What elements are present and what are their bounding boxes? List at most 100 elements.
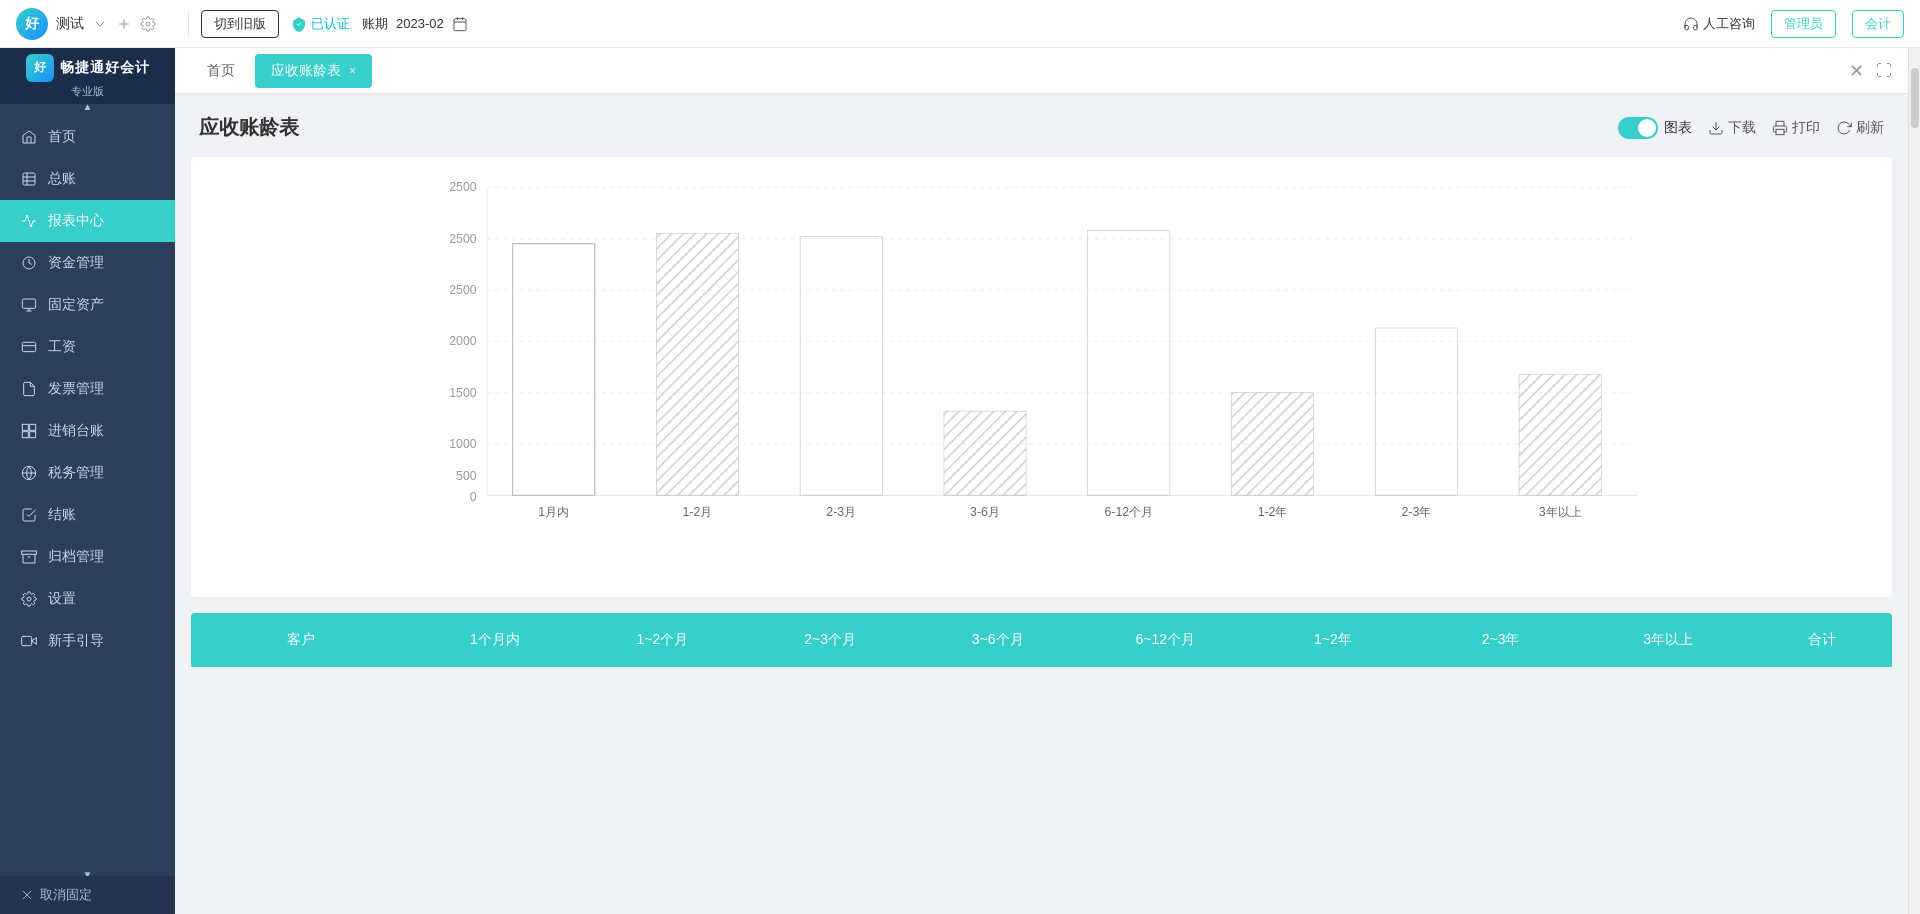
table-header-1-2year: 1~2年 bbox=[1249, 613, 1417, 667]
unpin-label: 取消固定 bbox=[40, 886, 92, 904]
sidebar-item-fund-label: 资金管理 bbox=[48, 254, 104, 272]
svg-text:2000: 2000 bbox=[449, 334, 477, 348]
svg-rect-53 bbox=[513, 244, 595, 496]
svg-text:2500: 2500 bbox=[449, 283, 477, 297]
svg-text:2-3月: 2-3月 bbox=[826, 505, 856, 519]
accountant-button[interactable]: 会计 bbox=[1852, 10, 1904, 38]
switch-old-version-button[interactable]: 切到旧版 bbox=[201, 10, 279, 38]
sidebar-item-settings[interactable]: 设置 bbox=[0, 578, 175, 620]
sidebar-item-fund[interactable]: 资金管理 bbox=[0, 242, 175, 284]
fund-icon bbox=[20, 254, 38, 272]
scrollbar-thumb[interactable] bbox=[1911, 68, 1919, 128]
svg-rect-27 bbox=[22, 636, 32, 645]
svg-rect-20 bbox=[30, 432, 36, 438]
ledger-icon bbox=[20, 170, 38, 188]
svg-rect-56 bbox=[944, 411, 1026, 495]
svg-text:6-12个月: 6-12个月 bbox=[1104, 505, 1153, 519]
sidebar-item-home-label: 首页 bbox=[48, 128, 76, 146]
service-button[interactable]: 人工咨询 bbox=[1683, 15, 1755, 33]
refresh-button[interactable]: 刷新 bbox=[1836, 119, 1884, 137]
app-logo-icon: 好 bbox=[16, 8, 48, 40]
svg-text:1-2月: 1-2月 bbox=[683, 505, 713, 519]
svg-text:3年以上: 3年以上 bbox=[1539, 505, 1582, 519]
window-expand-button[interactable]: ⛶ bbox=[1876, 62, 1892, 80]
unpin-button[interactable]: 取消固定 bbox=[0, 876, 175, 914]
sidebar-nav: 首页 总账 报表中心 资金管理 bbox=[0, 108, 175, 872]
period-display: 账期 2023-02 bbox=[362, 15, 468, 33]
window-close-button[interactable]: ✕ bbox=[1849, 60, 1864, 82]
table-header: 客户 1个月内 1~2个月 2~3个月 3~6个月 6~12个月 1~2年 2~… bbox=[191, 613, 1892, 667]
calendar-icon[interactable] bbox=[452, 16, 468, 32]
print-button[interactable]: 打印 bbox=[1772, 119, 1820, 137]
sidebar-item-close-label: 结账 bbox=[48, 506, 76, 524]
shield-icon bbox=[291, 16, 307, 32]
guide-icon bbox=[20, 632, 38, 650]
sidebar-item-salary[interactable]: 工资 bbox=[0, 326, 175, 368]
sidebar-logo-icon: 好 bbox=[26, 54, 54, 82]
refresh-icon bbox=[1836, 120, 1852, 136]
svg-text:1-2年: 1-2年 bbox=[1258, 505, 1288, 519]
sidebar-logo: 好 畅捷通好会计 专业版 bbox=[0, 48, 175, 104]
home-icon bbox=[20, 128, 38, 146]
unpin-icon bbox=[20, 888, 34, 902]
bar-chart: 2500 2500 2500 2000 1500 1000 500 0 bbox=[221, 177, 1862, 557]
toggle-track[interactable] bbox=[1618, 117, 1658, 139]
company-name: 测试 bbox=[56, 15, 84, 33]
table-header-2-3month: 2~3个月 bbox=[746, 613, 914, 667]
content-area: 首页 应收账龄表 × ✕ ⛶ 应收账龄表 bbox=[175, 48, 1908, 914]
print-icon bbox=[1772, 120, 1788, 136]
svg-rect-58 bbox=[1232, 393, 1314, 496]
admin-button[interactable]: 管理员 bbox=[1771, 10, 1836, 38]
asset-icon bbox=[20, 296, 38, 314]
sidebar-item-archive[interactable]: 归档管理 bbox=[0, 536, 175, 578]
sidebar-item-inventory-label: 进销台账 bbox=[48, 422, 104, 440]
add-icon[interactable] bbox=[116, 16, 132, 32]
sidebar-item-report-label: 报表中心 bbox=[48, 212, 104, 230]
sidebar-item-guide[interactable]: 新手引导 bbox=[0, 620, 175, 662]
svg-marker-26 bbox=[32, 638, 37, 645]
download-button[interactable]: 下载 bbox=[1708, 119, 1756, 137]
sidebar-item-asset[interactable]: 固定资产 bbox=[0, 284, 175, 326]
chart-container: 2500 2500 2500 2000 1500 1000 500 0 bbox=[191, 157, 1892, 597]
topbar-divider bbox=[188, 12, 189, 36]
svg-text:500: 500 bbox=[456, 469, 477, 483]
tabs-right-actions: ✕ ⛶ bbox=[1849, 60, 1892, 82]
tab-close-button[interactable]: × bbox=[349, 64, 356, 78]
sidebar-logo-sub: 专业版 bbox=[71, 84, 104, 99]
chevron-down-icon[interactable] bbox=[92, 16, 108, 32]
sidebar-item-invoice-label: 发票管理 bbox=[48, 380, 104, 398]
sidebar-item-ledger-label: 总账 bbox=[48, 170, 76, 188]
sidebar-item-salary-label: 工资 bbox=[48, 338, 76, 356]
svg-text:2500: 2500 bbox=[449, 180, 477, 194]
sidebar-item-guide-label: 新手引导 bbox=[48, 632, 104, 650]
sidebar-item-tax[interactable]: 税务管理 bbox=[0, 452, 175, 494]
report-title: 应收账龄表 bbox=[199, 114, 299, 141]
inventory-icon bbox=[20, 422, 38, 440]
tab-home[interactable]: 首页 bbox=[191, 54, 251, 88]
svg-rect-55 bbox=[800, 237, 882, 496]
chart-toggle[interactable]: 图表 bbox=[1618, 117, 1692, 139]
scrollbar-track[interactable] bbox=[1908, 48, 1920, 914]
svg-text:2500: 2500 bbox=[449, 232, 477, 246]
invoice-icon bbox=[20, 380, 38, 398]
sidebar-item-close[interactable]: 结账 bbox=[0, 494, 175, 536]
sidebar-item-report[interactable]: 报表中心 bbox=[0, 200, 175, 242]
sidebar-item-ledger[interactable]: 总账 bbox=[0, 158, 175, 200]
svg-text:0: 0 bbox=[470, 490, 477, 504]
svg-rect-57 bbox=[1088, 230, 1170, 495]
svg-rect-19 bbox=[22, 432, 28, 438]
sidebar-item-invoice[interactable]: 发票管理 bbox=[0, 368, 175, 410]
svg-text:1月内: 1月内 bbox=[538, 505, 569, 519]
svg-rect-50 bbox=[513, 244, 595, 496]
tabs-bar: 首页 应收账龄表 × ✕ ⛶ bbox=[175, 48, 1908, 94]
sidebar-item-inventory[interactable]: 进销台账 bbox=[0, 410, 175, 452]
sidebar-item-settings-label: 设置 bbox=[48, 590, 76, 608]
sidebar-item-home[interactable]: 首页 bbox=[0, 116, 175, 158]
settings-icon[interactable] bbox=[140, 16, 156, 32]
sidebar: 好 畅捷通好会计 专业版 ▲ 首页 总账 bbox=[0, 48, 175, 914]
svg-rect-12 bbox=[22, 299, 35, 308]
topbar-company: 好 测试 bbox=[16, 8, 176, 40]
tab-receivable-aging[interactable]: 应收账龄表 × bbox=[255, 54, 372, 88]
toggle-thumb bbox=[1638, 119, 1656, 137]
archive-icon bbox=[20, 548, 38, 566]
